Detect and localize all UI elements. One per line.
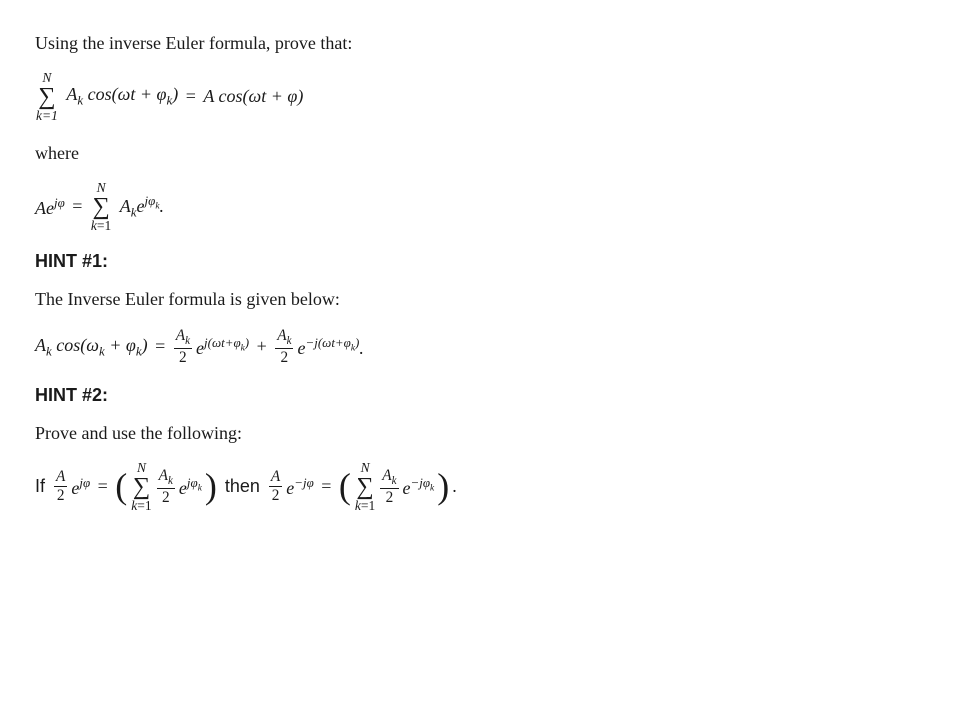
Ak-cos-wk: Ak cos(ωk + φk) bbox=[35, 335, 148, 360]
exp-neg: e−j(ωt+φk). bbox=[297, 335, 363, 359]
equals-2: = bbox=[68, 196, 87, 217]
equals-5: = bbox=[317, 476, 336, 497]
period: . bbox=[452, 476, 457, 497]
frac-Ak-2-d: Ak 2 bbox=[380, 467, 398, 508]
right-paren-1: ) bbox=[205, 472, 217, 501]
e-neg-jphi: e−jφ bbox=[286, 475, 314, 499]
formula-4: If A 2 ejφ = ( N ∑ k=1 Ak 2 ejφk ) then … bbox=[35, 461, 918, 512]
main-content: Using the inverse Euler formula, prove t… bbox=[30, 20, 923, 541]
left-paren-1: ( bbox=[115, 472, 127, 501]
where-text: where bbox=[35, 140, 918, 167]
prove-text: Prove and use the following: bbox=[35, 420, 918, 447]
left-paren-2: ( bbox=[339, 472, 351, 501]
equals-3: = bbox=[151, 336, 170, 357]
frac-Ak-2-a: Ak 2 bbox=[174, 327, 192, 368]
formula-1: N ∑ k=1 Ak cos(ωt + φk) = A cos(ωt + φ) bbox=[35, 71, 918, 122]
frac-A-2-right: A 2 bbox=[269, 468, 282, 506]
sum-3: N ∑ k=1 bbox=[131, 461, 151, 512]
sum-symbol-1: N ∑ k=1 bbox=[35, 71, 59, 122]
formula-3: Ak cos(ωk + φk) = Ak 2 ej(ωt+φk) + Ak 2 … bbox=[35, 327, 918, 368]
Ak-1: Ak cos(ωt + φk) bbox=[62, 84, 178, 109]
equals-4: = bbox=[93, 476, 112, 497]
Ak-ejphik: Akejφk. bbox=[115, 193, 164, 221]
frac-Ak-2-c: Ak 2 bbox=[157, 467, 175, 508]
plus-sign: + bbox=[252, 336, 271, 357]
hint2-label: HINT #2: bbox=[35, 385, 918, 406]
where-label: where bbox=[35, 143, 79, 163]
sum-2: N ∑ k=1 bbox=[91, 181, 111, 232]
A-cos-1: A cos(ωt + φ) bbox=[203, 86, 303, 107]
exp-pos: ej(ωt+φk) bbox=[196, 335, 249, 359]
formula-2: Aejφ = N ∑ k=1 Akejφk. bbox=[35, 181, 918, 232]
frac-Ak-2-b: Ak 2 bbox=[275, 327, 293, 368]
equals-1: = bbox=[181, 86, 200, 107]
A-ejphi: Aejφ bbox=[35, 195, 65, 219]
ejphi-left: ejφ bbox=[71, 475, 90, 499]
then-label: then bbox=[220, 476, 265, 497]
prove-label: Prove and use the following: bbox=[35, 423, 242, 443]
intro-label: Using the inverse Euler formula, prove t… bbox=[35, 33, 352, 53]
if-label: If bbox=[35, 476, 50, 497]
inverse-euler-label: The Inverse Euler formula is given below… bbox=[35, 289, 340, 309]
intro-text: Using the inverse Euler formula, prove t… bbox=[35, 30, 918, 57]
inverse-euler-text: The Inverse Euler formula is given below… bbox=[35, 286, 918, 313]
hint1-label: HINT #1: bbox=[35, 251, 918, 272]
e-neg-jphik: e−jφk bbox=[403, 475, 435, 499]
sum-4: N ∑ k=1 bbox=[355, 461, 375, 512]
ejphik-left: ejφk bbox=[179, 475, 202, 499]
frac-A-2-left: A 2 bbox=[54, 468, 67, 506]
right-paren-2: ) bbox=[437, 472, 449, 501]
